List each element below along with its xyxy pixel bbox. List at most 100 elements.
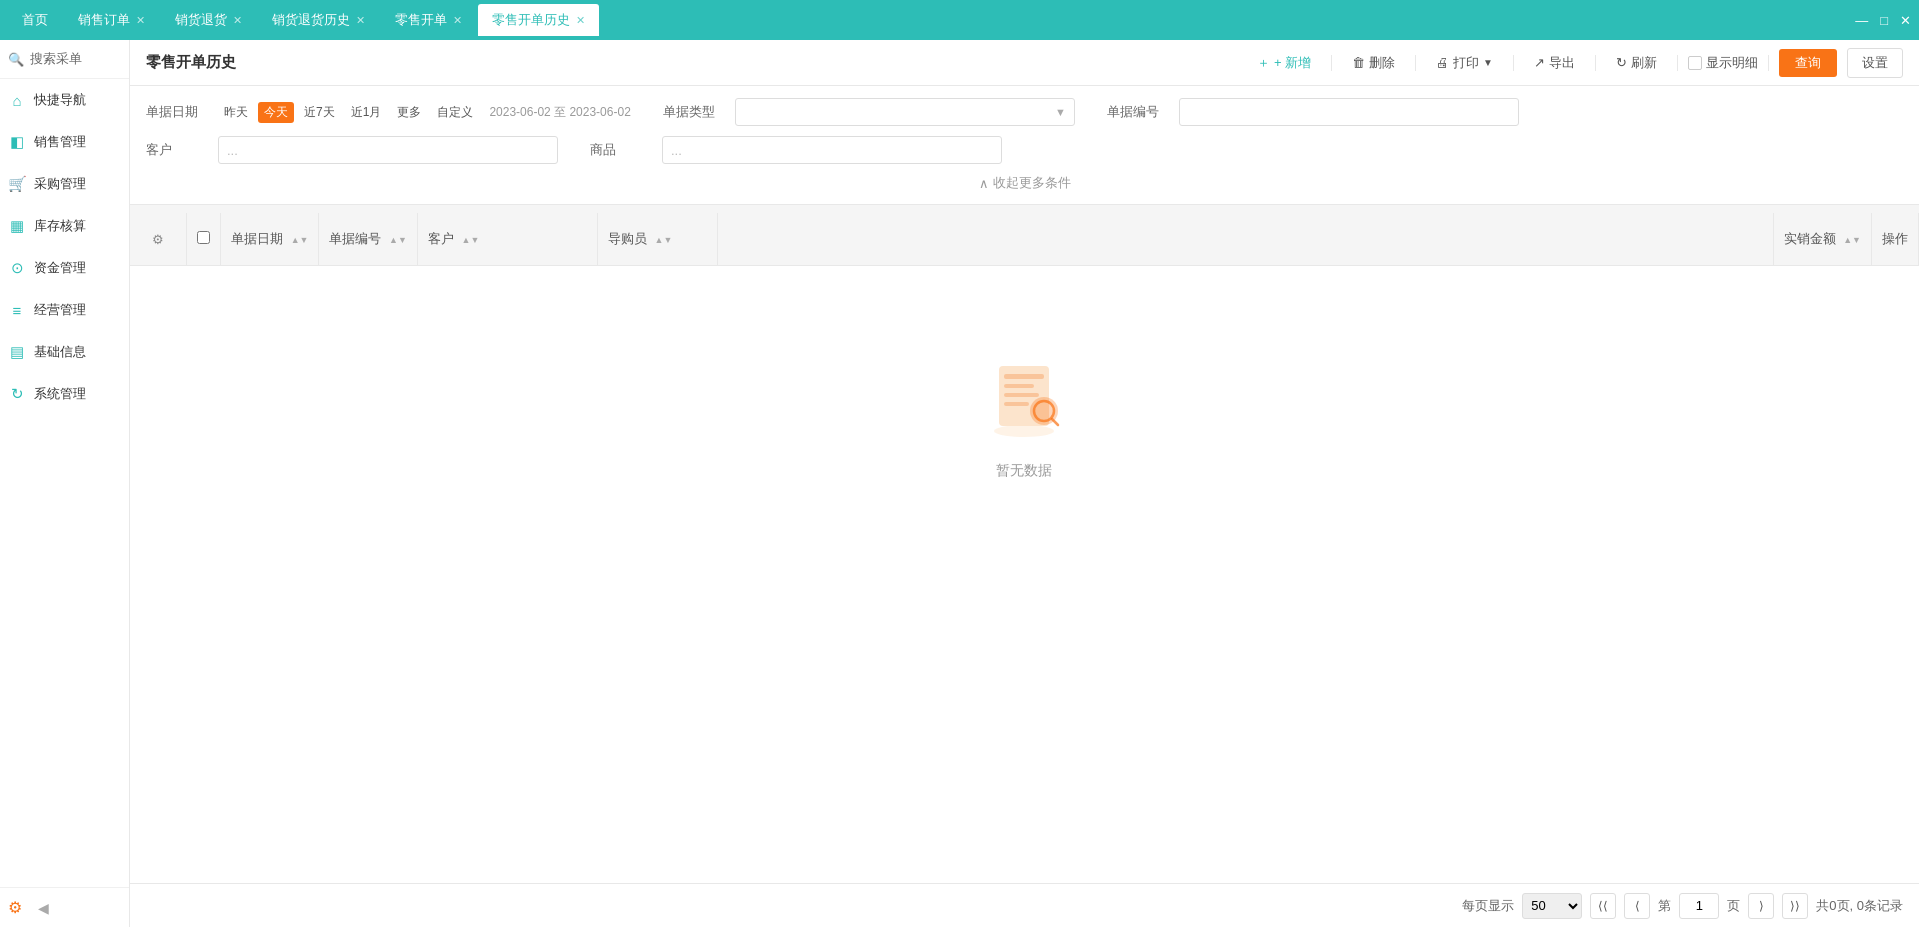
th-customer[interactable]: 客户 ▲▼ (417, 213, 597, 266)
operations-icon: ≡ (8, 301, 26, 319)
sidebar-item-label: 基础信息 (34, 343, 86, 361)
date-shortcuts: 昨天 今天 近7天 近1月 更多 自定义 2023-06-02 至 2023-0… (218, 102, 631, 123)
date-more[interactable]: 更多 (391, 102, 427, 123)
tab-home[interactable]: 首页 (8, 4, 62, 36)
th-amount[interactable]: 实销金额 ▲▼ (1773, 213, 1871, 266)
date-7days[interactable]: 近7天 (298, 102, 341, 123)
data-table: ⚙ 单据日期 ▲▼ 单据编号 ▲▼ (130, 213, 1919, 560)
svg-rect-2 (1004, 374, 1044, 379)
settings-gear-icon[interactable]: ⚙ (8, 898, 22, 917)
empty-state: 暂无数据 (130, 266, 1919, 560)
system-icon: ↻ (8, 385, 26, 403)
delete-button[interactable]: 🗑 删除 (1342, 49, 1405, 77)
sidebar-item-finance[interactable]: ⊙ 资金管理 (0, 247, 129, 289)
page-total: 共0页, 0条记录 (1816, 897, 1903, 915)
sort-amount-icon[interactable]: ▲▼ (1843, 235, 1861, 245)
show-detail-checkbox[interactable] (1688, 56, 1702, 70)
minimize-btn[interactable]: — (1855, 13, 1868, 28)
svg-rect-3 (1004, 384, 1034, 388)
tab-retail-open-history[interactable]: 零售开单历史 ✕ (478, 4, 599, 36)
table-settings-header: ⚙ (130, 213, 187, 266)
date-custom[interactable]: 自定义 (431, 102, 479, 123)
tab-sales-order[interactable]: 销售订单 ✕ (64, 4, 159, 36)
page-first-btn[interactable]: ⟨⟨ (1590, 893, 1616, 919)
sort-number-icon[interactable]: ▲▼ (389, 235, 407, 245)
date-today[interactable]: 今天 (258, 102, 294, 123)
refresh-button[interactable]: ↻ 刷新 (1606, 49, 1667, 77)
sidebar-item-inventory[interactable]: ▦ 库存核算 (0, 205, 129, 247)
sort-date-icon[interactable]: ▲▼ (291, 235, 309, 245)
empty-illustration (974, 346, 1074, 446)
close-tab-retail-open-history[interactable]: ✕ (576, 14, 585, 27)
main-layout: 🔍 搜索采单 ⌂ 快捷导航 ◧ 销售管理 🛒 采购管理 ▦ 库存核算 ⊙ 资金管… (0, 40, 1919, 927)
settings-button[interactable]: 设置 (1847, 48, 1903, 78)
page-number-input[interactable] (1679, 893, 1719, 919)
toolbar-divider2 (1415, 55, 1416, 71)
sort-customer-icon[interactable]: ▲▼ (462, 235, 480, 245)
show-detail-toggle[interactable]: 显示明细 (1688, 54, 1758, 72)
sidebar-item-basic-info[interactable]: ▤ 基础信息 (0, 331, 129, 373)
tab-retail-open[interactable]: 零售开单 ✕ (381, 4, 476, 36)
sidebar-item-quick-nav[interactable]: ⌂ 快捷导航 (0, 79, 129, 121)
sidebar: 🔍 搜索采单 ⌂ 快捷导航 ◧ 销售管理 🛒 采购管理 ▦ 库存核算 ⊙ 资金管… (0, 40, 130, 927)
goods-input[interactable]: ... (662, 136, 1002, 164)
print-button[interactable]: 🖨 打印 ▼ (1426, 49, 1503, 77)
toolbar-divider6 (1768, 55, 1769, 71)
close-tab-sales-order[interactable]: ✕ (136, 14, 145, 27)
sales-icon: ◧ (8, 133, 26, 151)
th-salesperson[interactable]: 导购员 ▲▼ (597, 213, 717, 266)
th-date[interactable]: 单据日期 ▲▼ (221, 213, 319, 266)
type-label: 单据类型 (663, 103, 723, 121)
type-select[interactable]: ▼ (735, 98, 1075, 126)
add-button[interactable]: ＋ + 新增 (1247, 49, 1321, 77)
sort-salesperson-icon[interactable]: ▲▼ (655, 235, 673, 245)
close-tab-retail-open[interactable]: ✕ (453, 14, 462, 27)
tab-sales-return[interactable]: 销货退货 ✕ (161, 4, 256, 36)
collapse-label: 收起更多条件 (993, 174, 1071, 192)
select-all-checkbox[interactable] (197, 231, 210, 244)
export-icon: ↗ (1534, 55, 1545, 70)
page-prev-btn[interactable]: ⟨ (1624, 893, 1650, 919)
type-dropdown-icon: ▼ (1055, 106, 1066, 118)
date-1month[interactable]: 近1月 (345, 102, 388, 123)
collapse-row: ∧ 收起更多条件 (146, 174, 1903, 192)
sidebar-item-label: 系统管理 (34, 385, 86, 403)
date-yesterday[interactable]: 昨天 (218, 102, 254, 123)
customer-input[interactable]: ... (218, 136, 558, 164)
th-number[interactable]: 单据编号 ▲▼ (319, 213, 417, 266)
page-last-btn[interactable]: ⟩⟩ (1782, 893, 1808, 919)
filter-row-1: 单据日期 昨天 今天 近7天 近1月 更多 自定义 2023-06-02 至 2… (146, 98, 1903, 126)
maximize-btn[interactable]: □ (1880, 13, 1888, 28)
export-button[interactable]: ↗ 导出 (1524, 49, 1585, 77)
sidebar-search-label: 搜索采单 (30, 50, 82, 68)
tab-sales-return-history[interactable]: 销货退货历史 ✕ (258, 4, 379, 36)
sidebar-item-sales-mgmt[interactable]: ◧ 销售管理 (0, 121, 129, 163)
sidebar-collapse-icon[interactable]: ◀ (38, 900, 49, 916)
close-tab-sales-return[interactable]: ✕ (233, 14, 242, 27)
column-settings-icon[interactable]: ⚙ (140, 221, 176, 257)
sidebar-item-system[interactable]: ↻ 系统管理 (0, 373, 129, 415)
collapse-button[interactable]: ∧ 收起更多条件 (979, 174, 1071, 192)
page-next-btn[interactable]: ⟩ (1748, 893, 1774, 919)
refresh-icon: ↻ (1616, 55, 1627, 70)
svg-rect-5 (1004, 402, 1029, 406)
sidebar-search[interactable]: 🔍 搜索采单 (0, 40, 129, 79)
close-btn[interactable]: ✕ (1900, 13, 1911, 28)
inventory-icon: ▦ (8, 217, 26, 235)
page-label: 第 (1658, 897, 1671, 915)
sidebar-item-label: 资金管理 (34, 259, 86, 277)
sidebar-item-operations[interactable]: ≡ 经营管理 (0, 289, 129, 331)
pagination: 每页显示 20 50 100 200 ⟨⟨ ⟨ 第 页 ⟩ ⟩⟩ 共0页, 0条… (130, 883, 1919, 927)
per-page-select[interactable]: 20 50 100 200 (1522, 893, 1582, 919)
sidebar-item-label: 经营管理 (34, 301, 86, 319)
toolbar-divider3 (1513, 55, 1514, 71)
sidebar-item-purchase-mgmt[interactable]: 🛒 采购管理 (0, 163, 129, 205)
customer-label: 客户 (146, 141, 206, 159)
number-input[interactable] (1179, 98, 1519, 126)
toolbar-divider5 (1677, 55, 1678, 71)
query-button[interactable]: 查询 (1779, 49, 1837, 77)
print-icon: 🖨 (1436, 55, 1449, 70)
svg-rect-4 (1004, 393, 1039, 397)
basic-info-icon: ▤ (8, 343, 26, 361)
close-tab-sales-return-history[interactable]: ✕ (356, 14, 365, 27)
